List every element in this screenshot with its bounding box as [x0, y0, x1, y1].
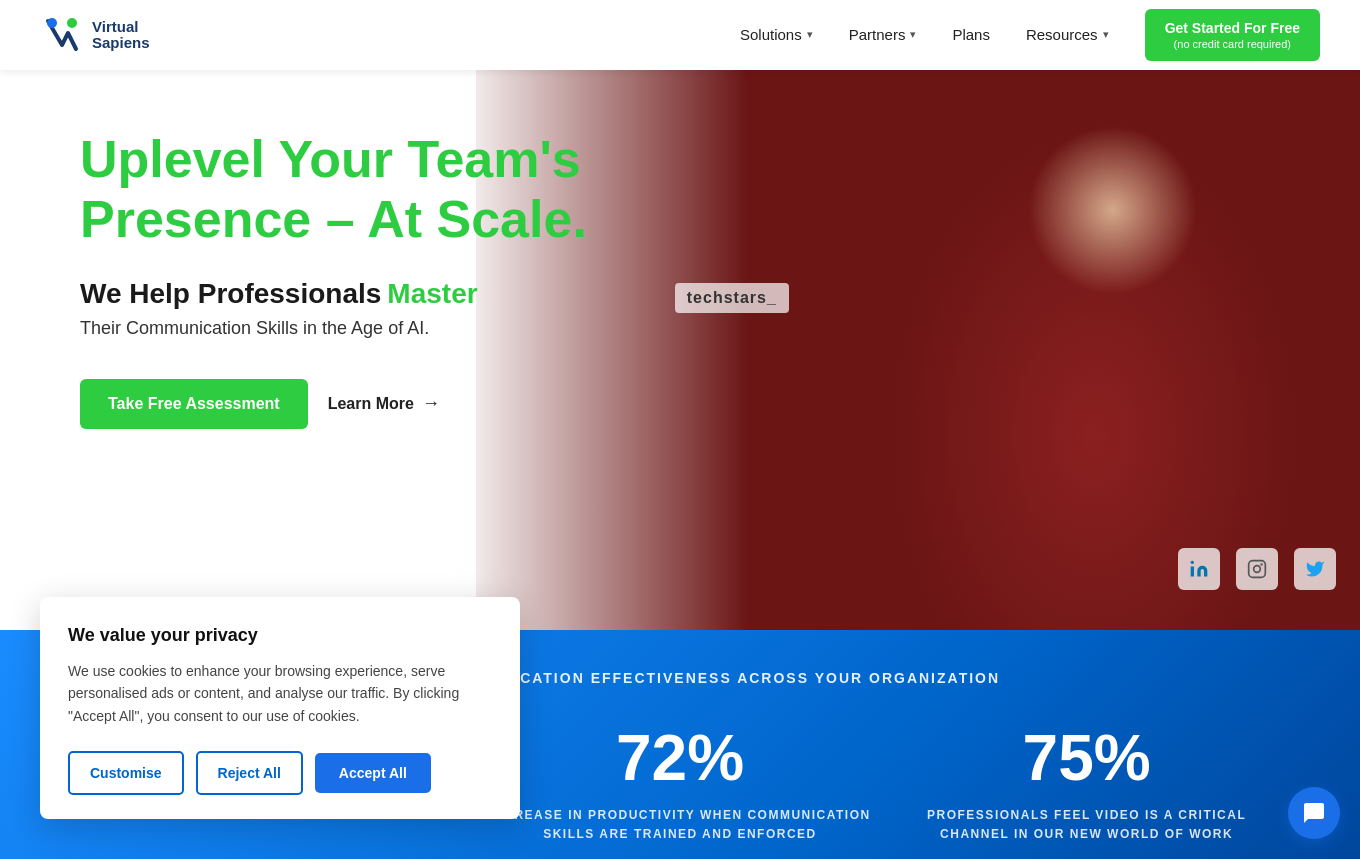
linkedin-icon[interactable] — [1178, 548, 1220, 590]
svg-point-0 — [47, 18, 57, 28]
chevron-down-icon: ▾ — [910, 28, 916, 41]
stat-item-75: 75% PROFESSIONALS FEEL VIDEO IS A CRITIC… — [893, 726, 1280, 844]
customise-button[interactable]: Customise — [68, 751, 184, 795]
chevron-down-icon: ▾ — [1103, 28, 1109, 41]
take-assessment-button[interactable]: Take Free Assessment — [80, 379, 308, 429]
svg-point-1 — [67, 18, 77, 28]
svg-rect-3 — [1249, 561, 1266, 578]
navbar: Virtual Sapiens Solutions ▾ Partners ▾ P… — [0, 0, 1360, 70]
hero-section: techstars_ Uplevel Your Team's Presence … — [0, 70, 1360, 630]
logo-line2: Sapiens — [92, 35, 150, 52]
stat-number-75: 75% — [893, 726, 1280, 790]
arrow-right-icon: → — [422, 393, 440, 414]
stat-number-72: 72% — [487, 726, 874, 790]
nav-item-resources[interactable]: Resources ▾ — [1026, 26, 1109, 43]
twitter-icon[interactable] — [1294, 548, 1336, 590]
chat-button[interactable] — [1288, 787, 1340, 839]
hero-content: Uplevel Your Team's Presence – At Scale.… — [0, 70, 620, 429]
cookie-buttons: Customise Reject All Accept All — [68, 751, 492, 795]
techstars-badge: techstars_ — [675, 283, 789, 313]
nav-item-partners[interactable]: Partners ▾ — [849, 26, 917, 43]
social-icons — [1178, 548, 1336, 590]
nav-item-solutions[interactable]: Solutions ▾ — [740, 26, 813, 43]
nav-item-plans[interactable]: Plans — [952, 26, 990, 43]
hero-body: Their Communication Skills in the Age of… — [80, 318, 620, 339]
logo-text: Virtual Sapiens — [92, 19, 150, 52]
get-started-button[interactable]: Get Started For Free (no credit card req… — [1145, 9, 1320, 61]
hero-sub-heading: We Help Professionals Master — [80, 278, 620, 310]
instagram-icon[interactable] — [1236, 548, 1278, 590]
stat-desc-75: PROFESSIONALS FEEL VIDEO IS A CRITICAL C… — [893, 806, 1280, 844]
hero-heading: Uplevel Your Team's Presence – At Scale. — [80, 130, 620, 250]
svg-point-2 — [1191, 561, 1194, 564]
cookie-banner: We value your privacy We use cookies to … — [40, 597, 520, 819]
reject-all-button[interactable]: Reject All — [196, 751, 303, 795]
cookie-title: We value your privacy — [68, 625, 492, 646]
logo[interactable]: Virtual Sapiens — [40, 13, 150, 57]
chevron-down-icon: ▾ — [807, 28, 813, 41]
learn-more-link[interactable]: Learn More → — [328, 393, 440, 414]
accept-all-button[interactable]: Accept All — [315, 753, 431, 793]
nav-links: Solutions ▾ Partners ▾ Plans Resources ▾… — [740, 9, 1320, 61]
svg-point-5 — [1261, 564, 1262, 565]
hero-buttons: Take Free Assessment Learn More → — [80, 379, 620, 429]
svg-point-4 — [1254, 566, 1261, 573]
stat-item-72: 72% INCREASE IN PRODUCTIVITY WHEN COMMUN… — [487, 726, 874, 844]
logo-line1: Virtual — [92, 19, 150, 36]
stat-desc-72: INCREASE IN PRODUCTIVITY WHEN COMMUNICAT… — [487, 806, 874, 844]
cookie-text: We use cookies to enhance your browsing … — [68, 660, 492, 727]
